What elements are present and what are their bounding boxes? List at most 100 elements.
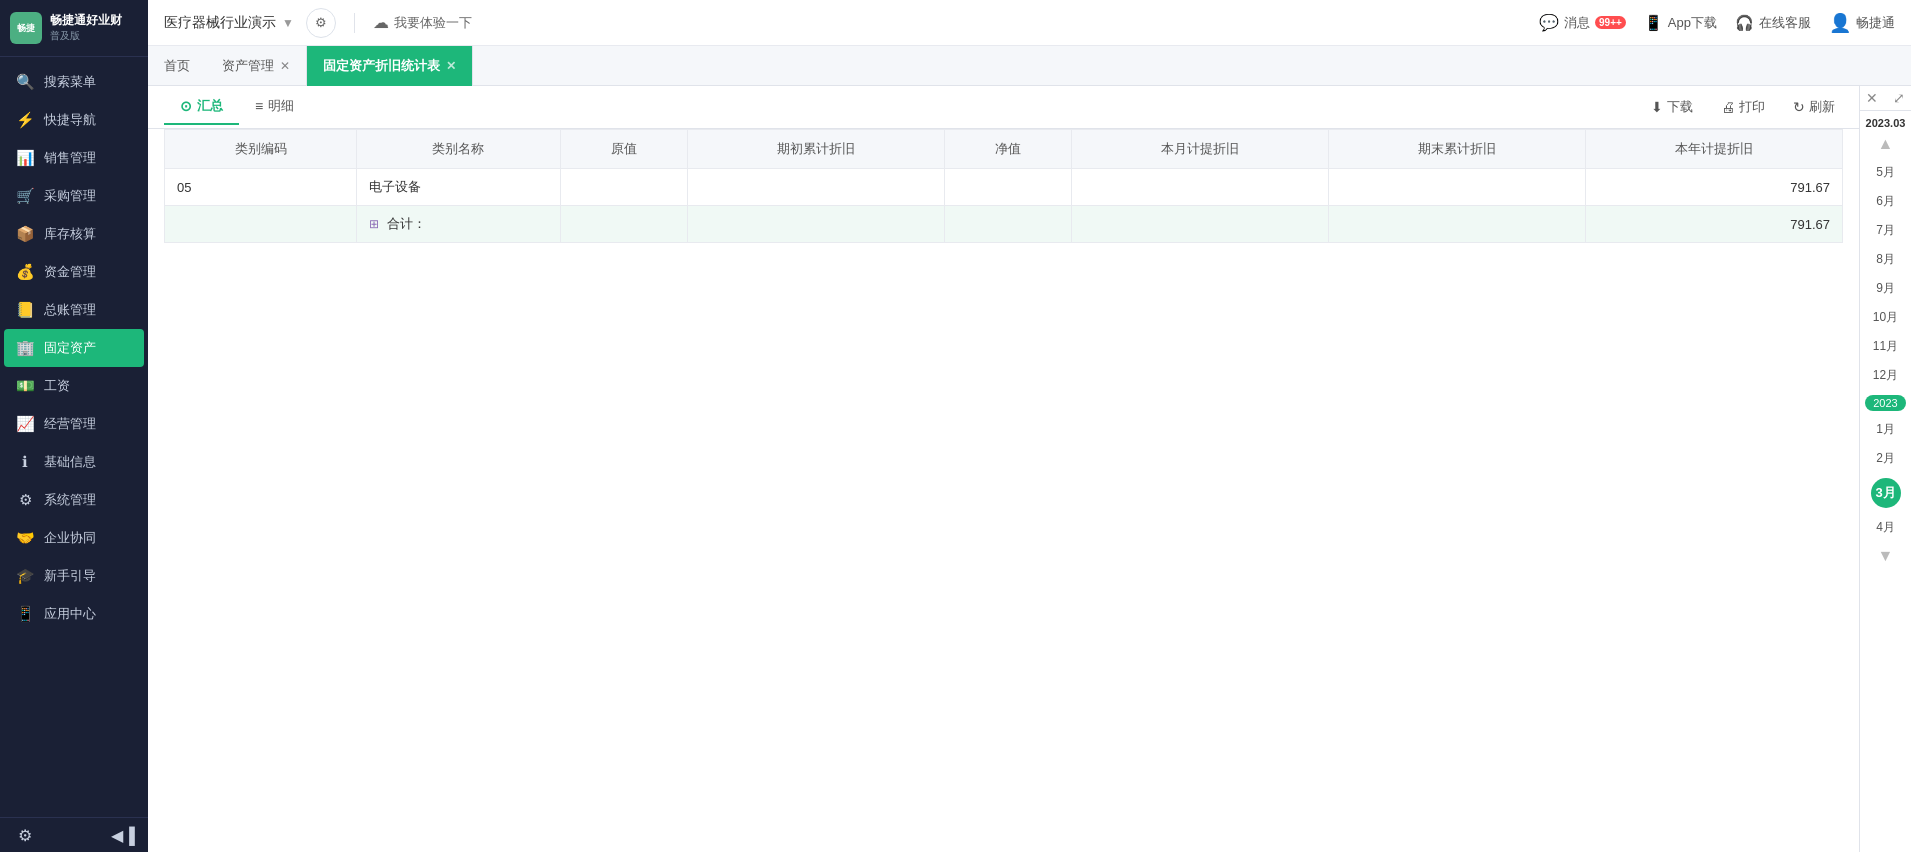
sidebar-header: 畅捷 畅捷通好业财 普及版 [0, 0, 148, 57]
sidebar-item-system[interactable]: ⚙ 系统管理 [0, 481, 148, 519]
sidebar-item-purchase[interactable]: 🛒 采购管理 [0, 177, 148, 215]
month-8[interactable]: 8月 [1860, 246, 1911, 273]
settings-icon[interactable]: ⚙ [16, 826, 34, 844]
cloud-icon: ☁ [373, 13, 389, 32]
sidebar-item-operations[interactable]: 📈 经营管理 [0, 405, 148, 443]
collapse-icon[interactable]: ◀▐ [114, 826, 132, 844]
sidebar-item-label-guide: 新手引导 [44, 567, 96, 585]
panel-header: ✕ ⤢ [1860, 86, 1911, 111]
download-button[interactable]: ⬇ 下载 [1643, 94, 1701, 120]
month-12[interactable]: 12月 [1860, 362, 1911, 389]
sidebar-item-funds[interactable]: 💰 资金管理 [0, 253, 148, 291]
subtotal-original [560, 206, 687, 243]
subtotal-annual-dep: 791.67 [1586, 206, 1843, 243]
operations-icon: 📈 [16, 415, 34, 433]
sidebar-item-quick-nav[interactable]: ⚡ 快捷导航 [0, 101, 148, 139]
messages-button[interactable]: 💬 消息 99+ [1539, 13, 1626, 32]
sidebar-item-label-search: 搜索菜单 [44, 73, 96, 91]
sidebar-item-label-enterprise: 企业协同 [44, 529, 96, 547]
tab-fixed-depreciation[interactable]: 固定资产折旧统计表 ✕ [307, 46, 473, 86]
table-wrap: 类别编码 类别名称 原值 期初累计折旧 净值 本月计提折旧 期末累计折旧 本年计… [148, 129, 1859, 852]
col-net: 净值 [944, 130, 1071, 169]
sidebar-item-label-sales: 销售管理 [44, 149, 96, 167]
user-label: 畅捷通 [1856, 14, 1895, 32]
month-1[interactable]: 1月 [1860, 416, 1911, 443]
main-content: 医疗器械行业演示 ▼ ⚙ ☁ 我要体验一下 💬 消息 99+ 📱 App下载 🎧… [148, 0, 1911, 852]
sidebar-item-label-inventory: 库存核算 [44, 225, 96, 243]
col-name: 类别名称 [357, 130, 561, 169]
sidebar-item-inventory[interactable]: 📦 库存核算 [0, 215, 148, 253]
system-icon: ⚙ [16, 491, 34, 509]
tab-home[interactable]: 首页 [148, 46, 206, 86]
cell-monthly-dep [1072, 169, 1329, 206]
cell-code: 05 [165, 169, 357, 206]
experience-label: 我要体验一下 [394, 14, 472, 32]
month-5[interactable]: 5月 [1860, 159, 1911, 186]
month-2[interactable]: 2月 [1860, 445, 1911, 472]
sidebar-item-label-system: 系统管理 [44, 491, 96, 509]
content-main: ⊙ 汇总 ≡ 明细 ⬇ 下载 🖨 打印 [148, 86, 1859, 852]
sidebar-item-fixed-assets[interactable]: 🏢 固定资产 [4, 329, 144, 367]
year-display: 2023.03 [1860, 111, 1911, 131]
nav-up-button[interactable]: ▲ [1874, 131, 1898, 157]
topbar-settings-button[interactable]: ⚙ [306, 8, 336, 38]
app-center-icon: 📱 [16, 605, 34, 623]
tab-asset-mgmt-label: 资产管理 [222, 57, 274, 75]
sidebar-item-label-ledger: 总账管理 [44, 301, 96, 319]
sidebar-nav: 🔍 搜索菜单 ⚡ 快捷导航 📊 销售管理 🛒 采购管理 📦 库存核算 💰 资金管… [0, 57, 148, 817]
user-menu[interactable]: 👤 畅捷通 [1829, 12, 1895, 34]
download-icon: 📱 [1644, 14, 1663, 32]
month-4[interactable]: 4月 [1860, 514, 1911, 541]
tab-fixed-depreciation-close[interactable]: ✕ [446, 59, 456, 73]
sidebar-item-guide[interactable]: 🎓 新手引导 [0, 557, 148, 595]
month-11[interactable]: 11月 [1860, 333, 1911, 360]
tab-fixed-depreciation-label: 固定资产折旧统计表 [323, 57, 440, 75]
subtotal-text: 合计： [387, 216, 426, 231]
sidebar-item-basic-info[interactable]: ℹ 基础信息 [0, 443, 148, 481]
tab-asset-mgmt-close[interactable]: ✕ [280, 59, 290, 73]
sidebar-item-sales[interactable]: 📊 销售管理 [0, 139, 148, 177]
current-month-container: 3月 [1860, 474, 1911, 512]
subtab-summary[interactable]: ⊙ 汇总 [164, 89, 239, 125]
subtab-detail-label: 明细 [268, 97, 294, 115]
search-icon: 🔍 [16, 73, 34, 91]
subtab-detail[interactable]: ≡ 明细 [239, 89, 310, 125]
sidebar-item-enterprise[interactable]: 🤝 企业协同 [0, 519, 148, 557]
inventory-icon: 📦 [16, 225, 34, 243]
subtotal-net [944, 206, 1071, 243]
topbar: 医疗器械行业演示 ▼ ⚙ ☁ 我要体验一下 💬 消息 99+ 📱 App下载 🎧… [148, 0, 1911, 46]
month-9[interactable]: 9月 [1860, 275, 1911, 302]
sidebar-item-label-fixed-assets: 固定资产 [44, 339, 96, 357]
month-3-current[interactable]: 3月 [1871, 478, 1901, 508]
month-10[interactable]: 10月 [1860, 304, 1911, 331]
app-logo: 畅捷 [10, 12, 42, 44]
sidebar-item-salary[interactable]: 💵 工资 [0, 367, 148, 405]
online-service-button[interactable]: 🎧 在线客服 [1735, 14, 1811, 32]
tab-asset-mgmt[interactable]: 资产管理 ✕ [206, 46, 307, 86]
online-service-label: 在线客服 [1759, 14, 1811, 32]
sidebar-item-app-center[interactable]: 📱 应用中心 [0, 595, 148, 633]
month-6[interactable]: 6月 [1860, 188, 1911, 215]
panel-nav-area: ▲ 5月 6月 7月 8月 9月 10月 11月 12月 2023 1月 2月 … [1860, 131, 1911, 852]
app-name: 畅捷通好业财 [50, 13, 122, 29]
month-7[interactable]: 7月 [1860, 217, 1911, 244]
app-download-button[interactable]: 📱 App下载 [1644, 14, 1717, 32]
enterprise-icon: 🤝 [16, 529, 34, 547]
panel-close-button[interactable]: ✕ [1866, 90, 1878, 106]
sidebar-item-label-purchase: 采购管理 [44, 187, 96, 205]
depreciation-table: 类别编码 类别名称 原值 期初累计折旧 净值 本月计提折旧 期末累计折旧 本年计… [164, 129, 1843, 243]
sidebar-item-search[interactable]: 🔍 搜索菜单 [0, 63, 148, 101]
app-title-wrap: 畅捷通好业财 普及版 [50, 13, 122, 43]
sidebar-item-ledger[interactable]: 📒 总账管理 [0, 291, 148, 329]
sidebar-footer: ⚙ ◀▐ [0, 817, 148, 852]
experience-button[interactable]: ☁ 我要体验一下 [373, 13, 472, 32]
cell-net [944, 169, 1071, 206]
company-selector[interactable]: 医疗器械行业演示 ▼ [164, 14, 294, 32]
panel-expand-button[interactable]: ⤢ [1893, 90, 1905, 106]
user-avatar-icon: 👤 [1829, 12, 1851, 34]
content-area: ⊙ 汇总 ≡ 明细 ⬇ 下载 🖨 打印 [148, 86, 1911, 852]
nav-down-button[interactable]: ▼ [1874, 543, 1898, 569]
print-button[interactable]: 🖨 打印 [1713, 94, 1773, 120]
refresh-button[interactable]: ↻ 刷新 [1785, 94, 1843, 120]
sidebar-item-label-app-center: 应用中心 [44, 605, 96, 623]
